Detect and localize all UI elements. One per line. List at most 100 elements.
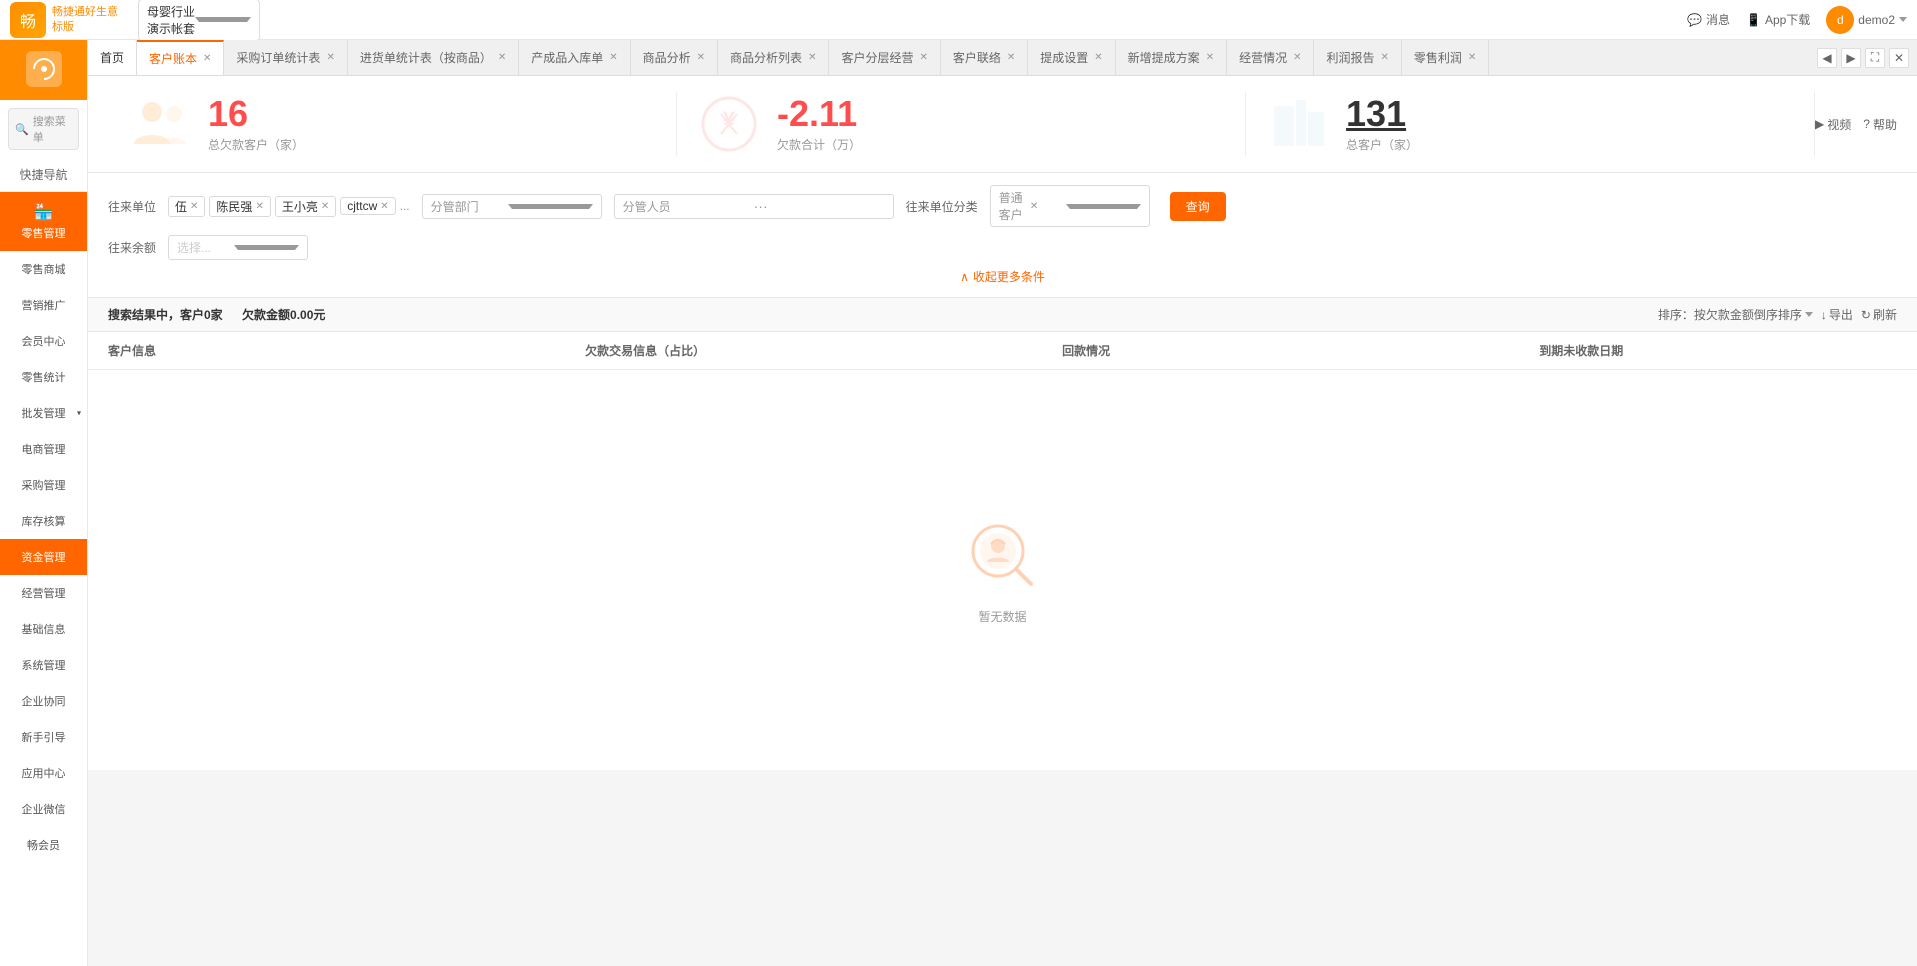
refresh-icon: ↻ (1861, 308, 1871, 322)
store-dropdown-icon (195, 17, 251, 22)
filter-tag-cjttcw[interactable]: cjttcw ✕ (340, 197, 395, 215)
basicinfo-label: 基础信息 (22, 621, 66, 637)
app-download-btn[interactable]: 📱 App下载 (1746, 11, 1810, 28)
sidebar-item-marketing[interactable]: 营销推广 (0, 287, 87, 323)
tab-purchase-stats-label: 采购订单统计表 (236, 49, 320, 66)
help-link[interactable]: ? 帮助 (1863, 116, 1897, 133)
sidebar-item-enterprise[interactable]: 企业协同 (0, 683, 87, 719)
app-download-label: App下载 (1765, 11, 1810, 28)
filter-tag-wang-remove[interactable]: ✕ (321, 201, 329, 212)
tab-production-in-close[interactable]: ✕ (609, 52, 617, 63)
sidebar-item-retail[interactable]: 🏪 零售管理 (0, 192, 87, 251)
tab-customer-contact[interactable]: 客户联络 ✕ (941, 40, 1028, 76)
sidebar-item-retail-stats[interactable]: 零售统计 (0, 359, 87, 395)
tab-customer-segment[interactable]: 客户分层经营 ✕ (829, 40, 940, 76)
tab-product-analysis-close[interactable]: ✕ (697, 52, 705, 63)
tab-production-in[interactable]: 产成品入库单 ✕ (519, 40, 630, 76)
refresh-btn[interactable]: ↻ 刷新 (1861, 306, 1897, 323)
th-customer-info-label: 客户信息 (108, 344, 156, 358)
tab-accounts[interactable]: 客户账本 ✕ (137, 40, 224, 76)
tab-bar: 首页 客户账本 ✕ 采购订单统计表 ✕ 进货单统计表（按商品） ✕ 产成品入库单… (88, 40, 1917, 76)
tab-retail-profit-close[interactable]: ✕ (1468, 52, 1476, 63)
sidebar-item-operations[interactable]: 经营管理 (0, 575, 87, 611)
system-label: 系统管理 (22, 657, 66, 673)
stat-customer-icon (128, 92, 192, 156)
person-select[interactable]: 分管人员 ··· (614, 194, 894, 219)
avatar: d (1826, 6, 1854, 34)
sidebar-item-member[interactable]: 会员中心 (0, 323, 87, 359)
tab-customer-segment-close[interactable]: ✕ (919, 52, 927, 63)
filter-tag-cjttcw-text: cjttcw (347, 199, 377, 213)
sidebar-item-system[interactable]: 系统管理 (0, 647, 87, 683)
tab-promotion-settings[interactable]: 提成设置 ✕ (1028, 40, 1115, 76)
filter-tag-chen[interactable]: 陈民强 ✕ (209, 196, 270, 217)
user-profile-btn[interactable]: d demo2 (1826, 6, 1907, 34)
tab-new-promotion[interactable]: 新增提成方案 ✕ (1116, 40, 1227, 76)
tab-home[interactable]: 首页 (88, 40, 137, 76)
filter-tag-wu[interactable]: 伍 ✕ (168, 196, 205, 217)
sort-arrow (1805, 312, 1813, 317)
remaining-select-arrow (234, 245, 299, 250)
sidebar-item-purchase[interactable]: 采购管理 (0, 467, 87, 503)
sidebar-logo-area (0, 40, 87, 100)
search-menu-btn[interactable]: 🔍 搜索菜单 (8, 108, 79, 150)
sidebar-item-membership[interactable]: 畅会员 (0, 827, 87, 863)
tab-fullscreen-btn[interactable]: ⛶ (1865, 48, 1885, 68)
sidebar-item-quicknav[interactable]: 快捷导航 (0, 158, 87, 192)
logo: 畅 畅捷通好生意 标版 (10, 2, 118, 38)
tab-operations-status-close[interactable]: ✕ (1293, 52, 1301, 63)
query-button[interactable]: 查询 (1170, 192, 1226, 221)
tab-incoming-stats[interactable]: 进货单统计表（按商品） ✕ (348, 40, 519, 76)
filter-tag-cjttcw-remove[interactable]: ✕ (380, 201, 388, 212)
sidebar-item-appstore[interactable]: 应用中心 (0, 755, 87, 791)
help-label: 帮助 (1873, 116, 1897, 133)
sidebar-item-wholesale[interactable]: 批发管理 ▾ (0, 395, 87, 431)
sidebar-item-basicinfo[interactable]: 基础信息 (0, 611, 87, 647)
tab-prev-btn[interactable]: ◀ (1817, 48, 1837, 68)
tab-accounts-close[interactable]: ✕ (203, 53, 211, 64)
tab-product-list-analysis[interactable]: 商品分析列表 ✕ (718, 40, 829, 76)
stat-block-customers: 16 总欠款客户（家） (108, 92, 677, 156)
tab-retail-profit[interactable]: 零售利润 ✕ (1402, 40, 1489, 76)
filter-more-btn[interactable]: ... (400, 199, 410, 213)
sidebar-item-newguide[interactable]: 新手引导 (0, 719, 87, 755)
retail-label: 零售管理 (22, 225, 66, 241)
tab-close-all-btn[interactable]: ✕ (1889, 48, 1909, 68)
sidebar-item-ecommerce[interactable]: 电商管理 (0, 431, 87, 467)
remaining-select[interactable]: 选择... (168, 235, 308, 260)
filter-tag-wang[interactable]: 王小亮 ✕ (275, 196, 336, 217)
sidebar-item-inventory[interactable]: 库存核算 (0, 503, 87, 539)
store-selector[interactable]: 母婴行业演示帐套 (138, 0, 260, 41)
tab-promotion-settings-close[interactable]: ✕ (1094, 52, 1102, 63)
tab-product-analysis[interactable]: 商品分析 ✕ (631, 40, 718, 76)
unit-type-selected-text: 普通客户 (999, 189, 1027, 223)
tab-incoming-stats-close[interactable]: ✕ (498, 52, 506, 63)
filter-tag-chen-remove[interactable]: ✕ (255, 201, 263, 212)
tab-next-btn[interactable]: ▶ (1841, 48, 1861, 68)
tab-product-list-analysis-close[interactable]: ✕ (808, 52, 816, 63)
tab-new-promotion-close[interactable]: ✕ (1206, 52, 1214, 63)
filter-tag-wu-remove[interactable]: ✕ (190, 201, 198, 212)
tab-bar-controls: ◀ ▶ ⛶ ✕ (1817, 48, 1917, 68)
unit-type-remove[interactable]: ✕ (1030, 201, 1058, 212)
export-btn[interactable]: ↓ 导出 (1821, 306, 1853, 323)
sidebar-item-finance[interactable]: 资金管理 (0, 539, 87, 575)
sort-select[interactable]: 排序：按欠款金额倒序排序 (1658, 306, 1813, 323)
collapse-btn[interactable]: ∧ 收起更多条件 (960, 268, 1045, 285)
sidebar-item-wechat[interactable]: 企业微信 (0, 791, 87, 827)
person-select-dots: ··· (754, 198, 885, 214)
tab-customer-contact-close[interactable]: ✕ (1007, 52, 1015, 63)
department-select[interactable]: 分管部门 (422, 194, 602, 219)
tab-profit-report-close[interactable]: ✕ (1381, 52, 1389, 63)
search-menu-label: 搜索菜单 (33, 113, 72, 145)
tab-purchase-stats-close[interactable]: ✕ (326, 52, 334, 63)
tab-purchase-stats[interactable]: 采购订单统计表 ✕ (224, 40, 347, 76)
tab-operations-status[interactable]: 经营情况 ✕ (1227, 40, 1314, 76)
sidebar-item-retail-mall[interactable]: 零售商城 (0, 251, 87, 287)
tab-profit-report[interactable]: 利润报告 ✕ (1314, 40, 1401, 76)
message-btn[interactable]: 💬 消息 (1687, 11, 1730, 28)
video-link[interactable]: ▶ 视频 (1815, 116, 1851, 133)
unit-type-select[interactable]: 普通客户 ✕ (990, 185, 1150, 227)
retail-icon: 🏪 (34, 202, 54, 222)
inventory-label: 库存核算 (22, 513, 66, 529)
